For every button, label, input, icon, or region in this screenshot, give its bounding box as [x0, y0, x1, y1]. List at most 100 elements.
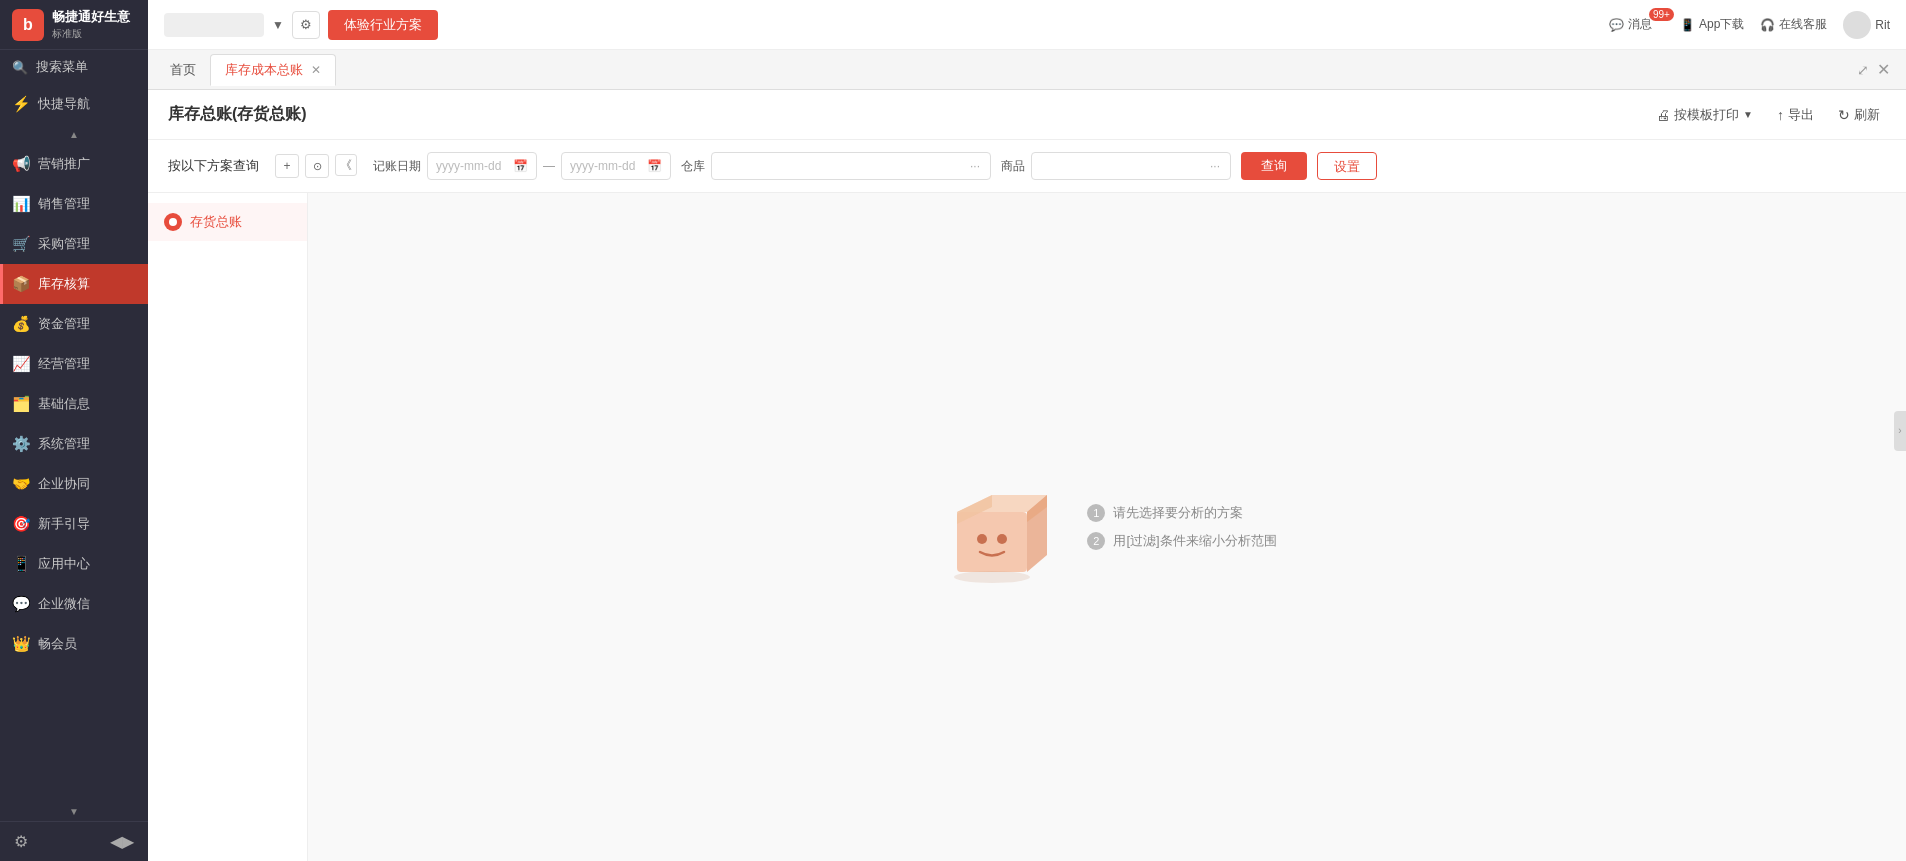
- sidebar-item-marketing[interactable]: 📢 营销推广: [0, 144, 148, 184]
- sidebar-footer: ⚙ ◀▶: [0, 821, 148, 861]
- wechat-icon: 💬: [12, 595, 30, 613]
- product-filter-label: 商品: [1001, 158, 1025, 175]
- sidebar-item-sales[interactable]: 📊 销售管理: [0, 184, 148, 224]
- sidebar: b 畅捷通好生意 标准版 🔍 搜索菜单 ⚡ 快捷导航 ▲ 📢 营销推广 📊 销售…: [0, 0, 148, 861]
- sidebar-item-operation[interactable]: 📈 经营管理: [0, 344, 148, 384]
- user-profile-button[interactable]: Rit: [1843, 11, 1890, 39]
- content-area: 存货总账: [148, 193, 1906, 861]
- sidebar-item-wechat[interactable]: 💬 企业微信: [0, 584, 148, 624]
- empty-hint-1: 1 请先选择要分析的方案: [1087, 504, 1276, 522]
- page-header: 库存总账(存货总账) 🖨 按模板打印 ▼ ↑ 导出 ↻ 刷新: [148, 90, 1906, 140]
- appcenter-icon: 📱: [12, 555, 30, 573]
- date-start-input[interactable]: yyyy-mm-dd 📅: [427, 152, 537, 180]
- empty-box-svg: [937, 467, 1057, 587]
- product-filter-group: 商品 ···: [1001, 152, 1231, 180]
- search-menu-button[interactable]: 🔍 搜索菜单: [0, 50, 148, 84]
- user-avatar: [1843, 11, 1871, 39]
- scheme-item-icon: [164, 213, 182, 231]
- svg-point-2: [977, 534, 987, 544]
- hint-num-1: 1: [1087, 504, 1105, 522]
- print-icon: 🖨: [1656, 107, 1670, 123]
- date-separator: —: [543, 159, 555, 173]
- sidebar-item-quicknav[interactable]: ⚡ 快捷导航: [0, 84, 148, 124]
- warehouse-input[interactable]: ···: [711, 152, 991, 180]
- message-badge: 99+: [1649, 8, 1674, 21]
- tab-bar: 首页 库存成本总账 ✕ ⤢ ✕: [148, 50, 1906, 90]
- message-button[interactable]: 💬 消息 99+: [1609, 16, 1664, 33]
- sidebar-nav: 📢 营销推广 📊 销售管理 🛒 采购管理 📦 库存核算 💰 资金管理 📈 经营管…: [0, 144, 148, 801]
- search-icon: 🔍: [12, 60, 28, 75]
- logo-text: 畅捷通好生意 标准版: [52, 8, 130, 40]
- headset-icon: 🎧: [1760, 18, 1775, 32]
- top-bar-left: ▼ ⚙ 体验行业方案: [164, 10, 1597, 40]
- main-content: ▼ ⚙ 体验行业方案 💬 消息 99+ 📱 App下载 🎧 在线客服 Rit: [148, 0, 1906, 861]
- settings-icon-button[interactable]: ⚙: [292, 11, 320, 39]
- print-button[interactable]: 🖨 按模板打印 ▼: [1650, 102, 1759, 128]
- sidebar-item-enterprise[interactable]: 🤝 企业协同: [0, 464, 148, 504]
- filter-label: 按以下方案查询: [168, 157, 259, 175]
- svg-rect-1: [957, 512, 1027, 572]
- edit-filter-button[interactable]: ⊙: [305, 154, 329, 178]
- page-header-actions: 🖨 按模板打印 ▼ ↑ 导出 ↻ 刷新: [1650, 102, 1886, 128]
- svg-point-3: [997, 534, 1007, 544]
- scroll-down-arrow[interactable]: ▼: [0, 801, 148, 821]
- online-service-button[interactable]: 🎧 在线客服: [1760, 16, 1827, 33]
- sidebar-item-system[interactable]: ⚙️ 系统管理: [0, 424, 148, 464]
- sidebar-item-purchase[interactable]: 🛒 采购管理: [0, 224, 148, 264]
- marketing-icon: 📢: [12, 155, 30, 173]
- export-icon: ↑: [1777, 107, 1784, 123]
- quicknav-icon: ⚡: [12, 95, 30, 113]
- svg-point-4: [954, 571, 1030, 583]
- sidebar-item-appcenter[interactable]: 📱 应用中心: [0, 544, 148, 584]
- breadcrumb-input: [164, 13, 264, 37]
- scroll-up-arrow[interactable]: ▲: [0, 124, 148, 144]
- app-download-button[interactable]: 📱 App下载: [1680, 16, 1744, 33]
- close-window-icon[interactable]: ✕: [1877, 60, 1890, 79]
- add-filter-button[interactable]: +: [275, 154, 299, 178]
- sidebar-item-guide[interactable]: 🎯 新手引导: [0, 504, 148, 544]
- tab-home[interactable]: 首页: [156, 54, 210, 86]
- inventory-icon: 📦: [12, 275, 30, 293]
- empty-hints: 1 请先选择要分析的方案 2 用[过滤]条件来缩小分析范围: [1087, 504, 1276, 550]
- svg-point-0: [169, 218, 177, 226]
- basic-icon: 🗂️: [12, 395, 30, 413]
- scheme-item-inventory-ledger[interactable]: 存货总账: [148, 203, 307, 241]
- operation-icon: 📈: [12, 355, 30, 373]
- sidebar-item-inventory[interactable]: 📦 库存核算: [0, 264, 148, 304]
- refresh-button[interactable]: ↻ 刷新: [1832, 102, 1886, 128]
- app-logo: b 畅捷通好生意 标准版: [0, 0, 148, 50]
- breadcrumb-dropdown-icon[interactable]: ▼: [272, 18, 284, 32]
- empty-hint-2: 2 用[过滤]条件来缩小分析范围: [1087, 532, 1276, 550]
- tab-inventory-ledger[interactable]: 库存成本总账 ✕: [210, 54, 336, 86]
- industry-solution-button[interactable]: 体验行业方案: [328, 10, 438, 40]
- collapse-sidebar-button[interactable]: ◀▶: [110, 832, 134, 851]
- date-end-input[interactable]: yyyy-mm-dd 📅: [561, 152, 671, 180]
- query-button[interactable]: 查询: [1241, 152, 1307, 180]
- warehouse-more-icon: ···: [970, 159, 980, 173]
- export-button[interactable]: ↑ 导出: [1771, 102, 1820, 128]
- maximize-icon[interactable]: ⤢: [1857, 62, 1869, 78]
- filter-inputs: 记账日期 yyyy-mm-dd 📅 — yyyy-mm-dd 📅 仓库 ···: [373, 152, 1886, 180]
- settings-footer-button[interactable]: ⚙: [14, 832, 28, 851]
- logo-icon: b: [12, 9, 44, 41]
- purchase-icon: 🛒: [12, 235, 30, 253]
- filter-actions: + ⊙ 《: [275, 154, 357, 178]
- finance-icon: 💰: [12, 315, 30, 333]
- print-dropdown-icon[interactable]: ▼: [1743, 109, 1753, 120]
- sidebar-item-finance[interactable]: 💰 资金管理: [0, 304, 148, 344]
- scheme-sidebar: 存货总账: [148, 193, 308, 861]
- sidebar-item-basic[interactable]: 🗂️ 基础信息: [0, 384, 148, 424]
- sidebar-item-member[interactable]: 👑 畅会员: [0, 624, 148, 664]
- guide-icon: 🎯: [12, 515, 30, 533]
- product-input[interactable]: ···: [1031, 152, 1231, 180]
- collapse-filter-button[interactable]: 《: [335, 154, 357, 176]
- right-edge-expand-button[interactable]: ›: [1894, 411, 1906, 451]
- member-icon: 👑: [12, 635, 30, 653]
- filter-settings-button[interactable]: 设置: [1317, 152, 1377, 180]
- system-icon: ⚙️: [12, 435, 30, 453]
- calendar-end-icon: 📅: [647, 159, 662, 173]
- tab-close-icon[interactable]: ✕: [311, 63, 321, 77]
- date-filter-group: 记账日期 yyyy-mm-dd 📅 — yyyy-mm-dd 📅: [373, 152, 671, 180]
- sales-icon: 📊: [12, 195, 30, 213]
- empty-state: 1 请先选择要分析的方案 2 用[过滤]条件来缩小分析范围: [937, 467, 1276, 587]
